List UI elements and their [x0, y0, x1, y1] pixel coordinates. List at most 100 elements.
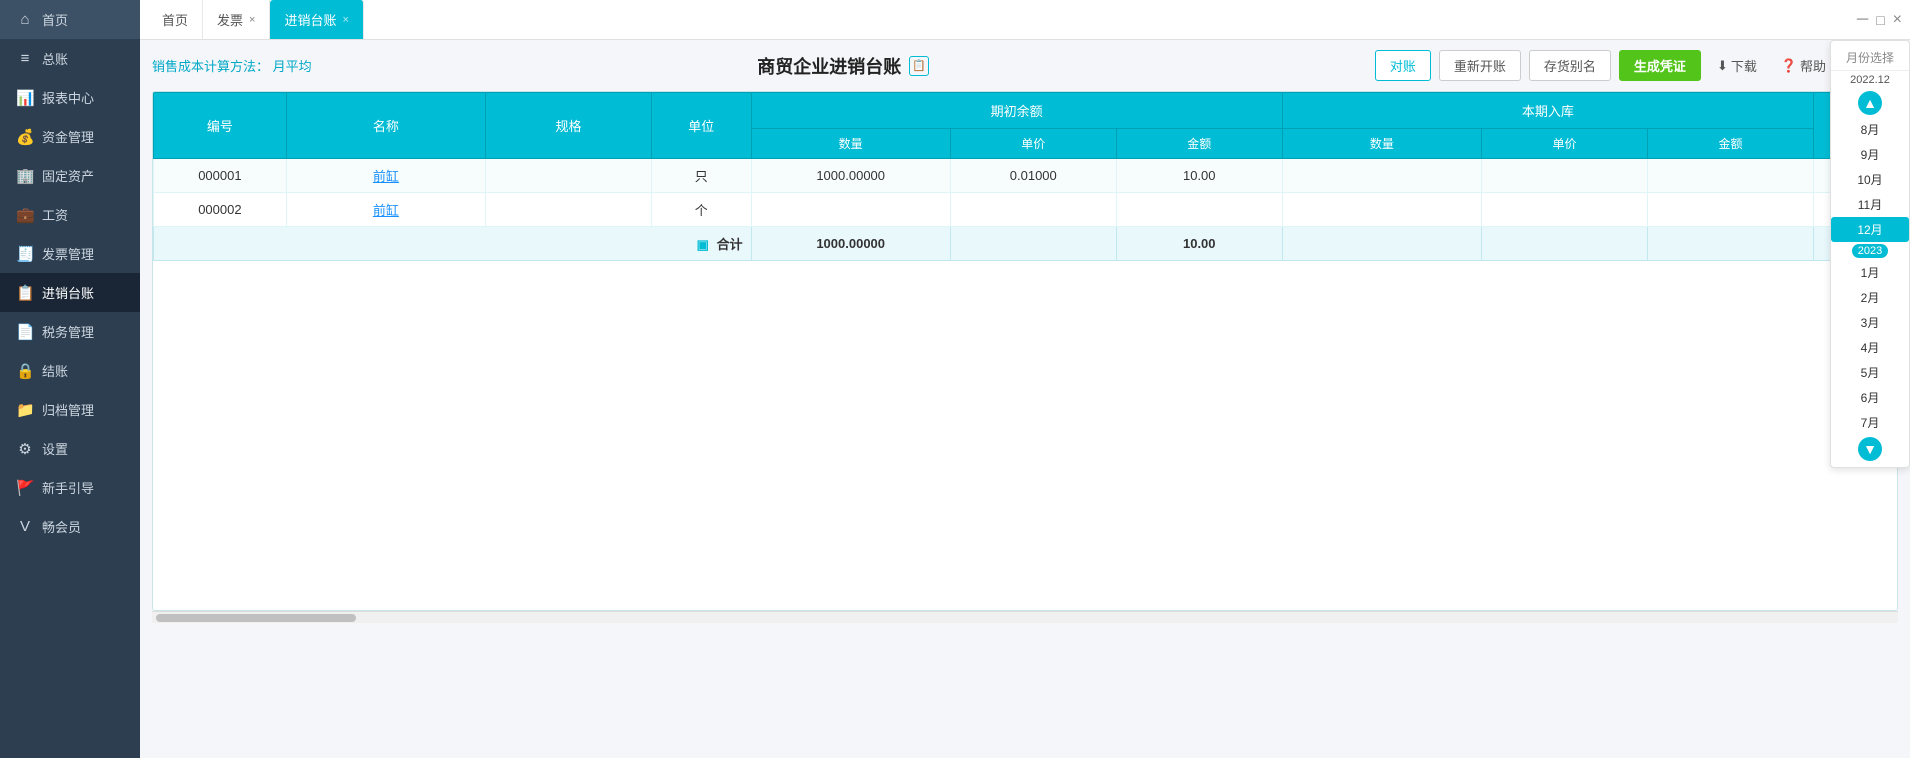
- col-header-name: 名称: [286, 93, 485, 159]
- sidebar-item-label: 工资: [42, 205, 68, 224]
- window-maximize-button[interactable]: □: [1876, 12, 1884, 28]
- month-item-5[interactable]: 5月: [1831, 360, 1909, 385]
- year-badge-2023: 2023: [1852, 244, 1888, 258]
- col-header-current-in: 本期入库: [1282, 93, 1813, 129]
- sidebar-item-label: 设置: [42, 439, 68, 458]
- scrollbar-thumb[interactable]: [156, 614, 356, 622]
- title-info-icon[interactable]: 📋: [909, 56, 929, 76]
- duizhang-button[interactable]: 对账: [1375, 50, 1431, 81]
- month-item-2[interactable]: 2月: [1831, 285, 1909, 310]
- cell-spec: [485, 159, 651, 193]
- sidebar-item-fixed-assets[interactable]: 🏢 固定资产: [0, 156, 140, 195]
- col-header-init-balance: 期初余额: [751, 93, 1282, 129]
- month-item-12[interactable]: 12月: [1831, 217, 1909, 242]
- guide-icon: 🚩: [16, 479, 34, 497]
- month-item-8[interactable]: 8月: [1831, 117, 1909, 142]
- download-label: 下载: [1731, 56, 1757, 75]
- month-panel-up-button[interactable]: ▲: [1858, 91, 1882, 115]
- page-title: 商贸企业进销台账: [757, 53, 901, 79]
- download-button[interactable]: ⬇ 下载: [1709, 51, 1765, 80]
- sidebar-item-closing[interactable]: 🔒 结账: [0, 351, 140, 390]
- sidebar-item-tax[interactable]: 📄 税务管理: [0, 312, 140, 351]
- tab-home-label: 首页: [162, 10, 188, 29]
- sidebar-item-ledger[interactable]: ≡ 总账: [0, 39, 140, 78]
- tab-home[interactable]: 首页: [148, 0, 203, 39]
- sidebar-item-guide[interactable]: 🚩 新手引导: [0, 468, 140, 507]
- tab-purchase-sales-label: 进销台账: [284, 10, 336, 29]
- sidebar-item-home[interactable]: ⌂ 首页: [0, 0, 140, 39]
- funds-icon: 💰: [16, 128, 34, 146]
- month-panel: 月份选择 2022.12 ▲ 8月 9月 10月 11月 12月 2023 1月…: [1830, 40, 1910, 468]
- month-panel-down-button[interactable]: ▼: [1858, 437, 1882, 461]
- sidebar-item-label: 资金管理: [42, 127, 94, 146]
- fixed-assets-icon: 🏢: [16, 167, 34, 185]
- month-item-9[interactable]: 9月: [1831, 142, 1909, 167]
- generate-voucher-button[interactable]: 生成凭证: [1619, 50, 1701, 81]
- name-link[interactable]: 前缸: [373, 169, 399, 184]
- help-button[interactable]: ❓ 帮助: [1773, 51, 1834, 80]
- sidebar-item-purchase-sales[interactable]: 📋 进销台账: [0, 273, 140, 312]
- sidebar-item-member[interactable]: V 畅会员: [0, 507, 140, 546]
- sidebar-item-invoice-mgmt[interactable]: 🧾 发票管理: [0, 234, 140, 273]
- help-icon: ❓: [1781, 58, 1797, 74]
- member-icon: V: [16, 518, 34, 535]
- sub-header-price-init: 单价: [950, 129, 1116, 159]
- month-item-7[interactable]: 7月: [1831, 410, 1909, 435]
- month-item-3[interactable]: 3月: [1831, 310, 1909, 335]
- cell-unit: 只: [651, 159, 751, 193]
- tab-purchase-sales-close[interactable]: ×: [342, 14, 348, 26]
- tab-bar: 首页 发票 × 进销台账 × ─ □ ×: [140, 0, 1910, 40]
- sidebar-item-label: 畅会员: [42, 517, 81, 536]
- sidebar-item-archive[interactable]: 📁 归档管理: [0, 390, 140, 429]
- cell-name: 前缸: [286, 159, 485, 193]
- ledger-icon: ≡: [16, 50, 34, 67]
- sub-header-price-in: 单价: [1481, 129, 1647, 159]
- cost-method-label: 销售成本计算方法：: [152, 59, 269, 74]
- table-wrapper: 编号 名称 规格 单位 期初余额 本期入库 数 数量 单价 金额 数量 单价: [152, 91, 1898, 611]
- sidebar-item-reports[interactable]: 📊 报表中心: [0, 78, 140, 117]
- window-close-button[interactable]: ×: [1893, 11, 1902, 29]
- total-text: 合计: [717, 237, 743, 252]
- purchase-sales-icon: 📋: [16, 284, 34, 302]
- horizontal-scrollbar[interactable]: [152, 611, 1898, 623]
- total-row: ▣ 合计 1000.00000 10.00: [154, 227, 1897, 261]
- col-header-spec: 规格: [485, 93, 651, 159]
- month-item-10[interactable]: 10月: [1831, 167, 1909, 192]
- month-item-4[interactable]: 4月: [1831, 335, 1909, 360]
- cell-spec: [485, 193, 651, 227]
- total-price-in: [1481, 227, 1647, 261]
- sidebar-item-label: 首页: [42, 10, 68, 29]
- cell-price-init: 0.01000: [950, 159, 1116, 193]
- cost-method: 销售成本计算方法： 月平均: [152, 56, 312, 75]
- sidebar-item-salary[interactable]: 💼 工资: [0, 195, 140, 234]
- cell-id: 000002: [154, 193, 287, 227]
- sidebar-item-settings[interactable]: ⚙ 设置: [0, 429, 140, 468]
- reports-icon: 📊: [16, 89, 34, 107]
- tab-purchase-sales[interactable]: 进销台账 ×: [270, 0, 363, 39]
- table-row: 000001 前缸 只 1000.00000 0.01000 10.00: [154, 159, 1897, 193]
- month-item-1[interactable]: 1月: [1831, 260, 1909, 285]
- sidebar-item-funds[interactable]: 💰 资金管理: [0, 117, 140, 156]
- total-amount-in: [1647, 227, 1813, 261]
- month-item-6[interactable]: 6月: [1831, 385, 1909, 410]
- reopen-button[interactable]: 重新开账: [1439, 50, 1521, 81]
- cost-method-value: 月平均: [273, 59, 312, 74]
- cell-amount-in: [1647, 193, 1813, 227]
- main-area: 首页 发票 × 进销台账 × ─ □ × 销售成本计算方法： 月平均 商贸企业进…: [140, 0, 1910, 758]
- name-link[interactable]: 前缸: [373, 203, 399, 218]
- sidebar-item-label: 结账: [42, 361, 68, 380]
- download-icon: ⬇: [1717, 58, 1728, 74]
- cell-qty-in: [1282, 159, 1481, 193]
- invoice-mgmt-icon: 🧾: [16, 245, 34, 263]
- tab-invoice-close[interactable]: ×: [249, 14, 255, 26]
- home-icon: ⌂: [16, 11, 34, 28]
- tab-invoice[interactable]: 发票 ×: [203, 0, 270, 39]
- save-alias-button[interactable]: 存货别名: [1529, 50, 1611, 81]
- sub-header-qty-in: 数量: [1282, 129, 1481, 159]
- cell-price-in: [1481, 159, 1647, 193]
- sidebar-item-label: 进销台账: [42, 283, 94, 302]
- cell-qty-init: [751, 193, 950, 227]
- month-item-11[interactable]: 11月: [1831, 192, 1909, 217]
- sidebar-item-label: 总账: [42, 49, 68, 68]
- window-minimize-button[interactable]: ─: [1857, 11, 1868, 29]
